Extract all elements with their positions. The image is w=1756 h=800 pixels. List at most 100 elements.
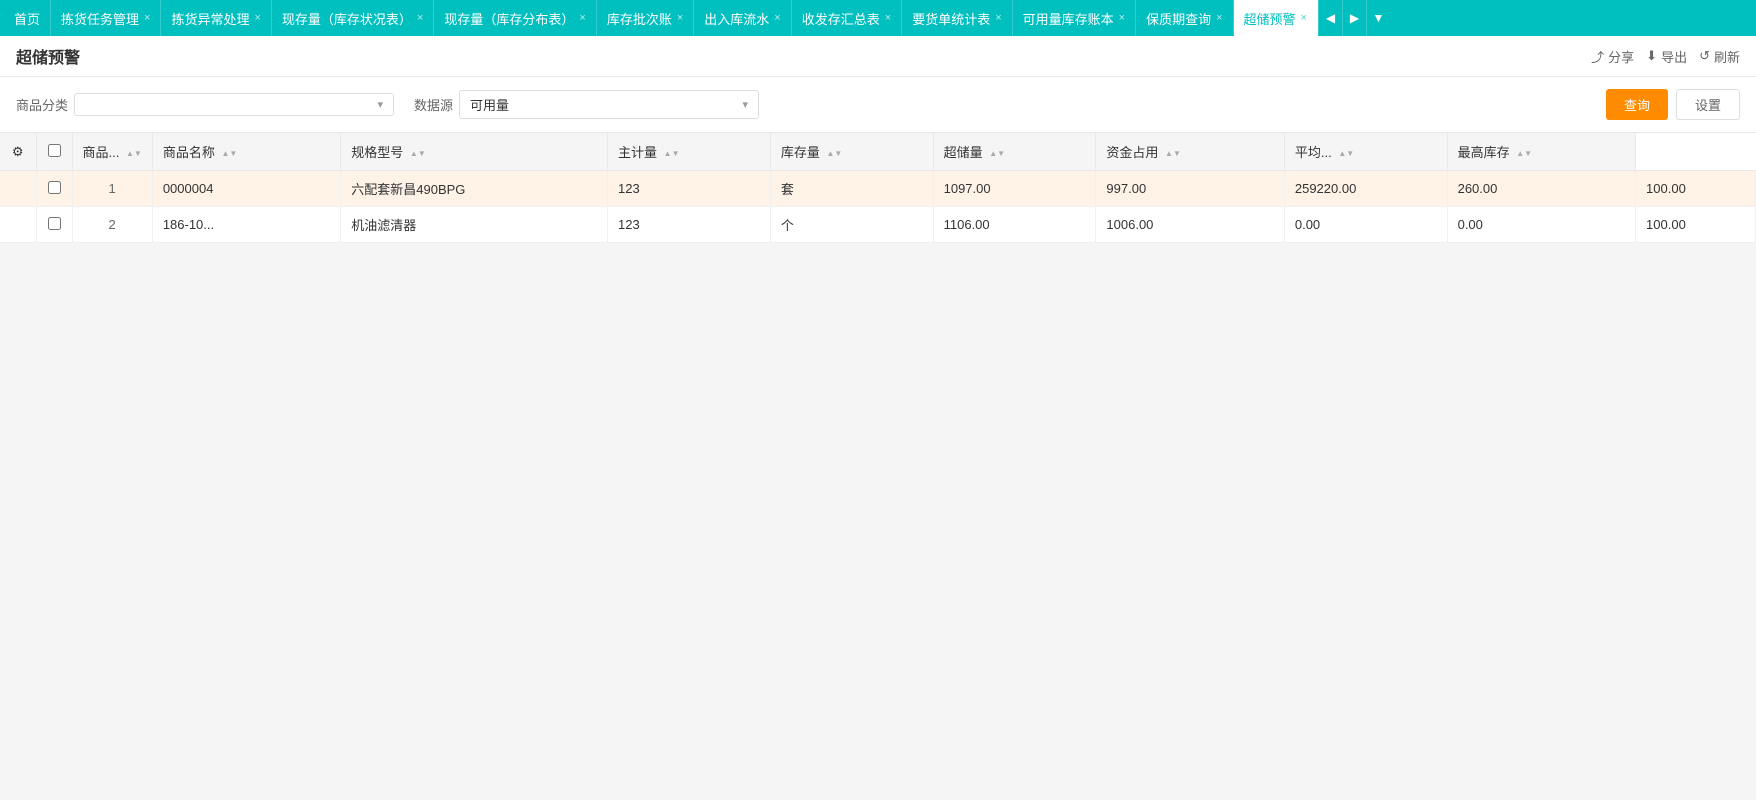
page-header: 超储预警 ⤴ 分享 ⬇ 导出 ↺ 刷新 <box>0 36 1756 77</box>
sort-icon: ▲▼ <box>126 150 142 158</box>
nav-next-button[interactable]: ▶ <box>1342 0 1366 36</box>
close-icon[interactable]: × <box>995 12 1001 24</box>
nav-quality-query[interactable]: 保质期查询 × <box>1136 0 1233 36</box>
nav-avail-stock[interactable]: 可用量库存账本 × <box>1013 0 1136 36</box>
header-actions: ⤴ 分享 ⬇ 导出 ↺ 刷新 <box>1591 47 1740 66</box>
datasource-label: 数据源 <box>414 95 453 114</box>
spec-column-header[interactable]: 规格型号 ▲▼ <box>341 133 608 171</box>
row-avg: 0.00 <box>1447 207 1635 243</box>
nav-pick-exception[interactable]: 拣货异常处理 × <box>161 0 271 36</box>
row-product-code: 0000004 <box>152 171 340 207</box>
over-stock-column-header[interactable]: 超储量 ▲▼ <box>933 133 1096 171</box>
nav-inout-flow[interactable]: 出入库流水 × <box>694 0 791 36</box>
checkbox-column-header <box>36 133 72 171</box>
table-row: 2 186-10... 机油滤清器 123 个 1106.00 1006.00 … <box>0 207 1756 243</box>
nav-order-stats[interactable]: 要货单统计表 × <box>902 0 1012 36</box>
table-row: 1 0000004 六配套新昌490BPG 123 套 1097.00 997.… <box>0 171 1756 207</box>
row-max-stock: 100.00 <box>1636 207 1756 243</box>
nav-home[interactable]: 首页 <box>4 0 51 36</box>
sort-icon: ▲▼ <box>221 150 237 158</box>
share-button[interactable]: ⤴ 分享 <box>1591 47 1634 66</box>
close-icon[interactable]: × <box>774 12 780 24</box>
nav-stock-status[interactable]: 现存量（库存状况表） × <box>272 0 434 36</box>
product-name-column-header[interactable]: 商品名称 ▲▼ <box>152 133 340 171</box>
sort-icon: ▲▼ <box>1165 150 1181 158</box>
close-icon[interactable]: × <box>144 12 150 24</box>
row-capital: 0.00 <box>1284 207 1447 243</box>
gear-column-header[interactable]: ⚙ <box>0 133 36 171</box>
max-stock-column-header[interactable]: 最高库存 ▲▼ <box>1447 133 1635 171</box>
datasource-select[interactable]: 可用量 ▾ <box>459 90 759 119</box>
row-product-code: 186-10... <box>152 207 340 243</box>
capital-column-header[interactable]: 资金占用 ▲▼ <box>1096 133 1284 171</box>
sort-icon: ▲▼ <box>664 150 680 158</box>
nav-stock-dist[interactable]: 现存量（库存分布表） × <box>434 0 596 36</box>
row-checkbox[interactable] <box>48 181 61 194</box>
export-icon: ⬇ <box>1646 48 1657 64</box>
datasource-filter: 数据源 可用量 ▾ <box>414 90 759 119</box>
row-stock: 1106.00 <box>933 207 1096 243</box>
chevron-down-icon: ▾ <box>377 98 383 111</box>
nav-prev-button[interactable]: ◀ <box>1318 0 1342 36</box>
row-over-stock: 997.00 <box>1096 171 1284 207</box>
close-icon[interactable]: × <box>885 12 891 24</box>
unit-column-header[interactable]: 主计量 ▲▼ <box>608 133 771 171</box>
filter-area: 商品分类 ▾ 数据源 可用量 ▾ 查询 设置 <box>0 77 1756 133</box>
row-product-name: 六配套新昌490BPG <box>341 171 608 207</box>
row-checkbox[interactable] <box>48 217 61 230</box>
close-icon[interactable]: × <box>1216 12 1222 24</box>
query-button[interactable]: 查询 <box>1606 89 1668 120</box>
avg-column-header[interactable]: 平均... ▲▼ <box>1284 133 1447 171</box>
nav-more-button[interactable]: ▼ <box>1366 0 1390 36</box>
table-area: ⚙ 商品... ▲▼ 商品名称 ▲▼ 规格型号 ▲▼ 主计量 <box>0 133 1756 243</box>
sort-icon: ▲▼ <box>1516 150 1532 158</box>
category-label: 商品分类 <box>16 95 68 114</box>
sort-icon: ▲▼ <box>989 150 1005 158</box>
page-title: 超储预警 <box>16 44 80 68</box>
row-gear-cell <box>0 207 36 243</box>
sort-icon: ▲▼ <box>410 150 426 158</box>
close-icon[interactable]: × <box>1119 12 1125 24</box>
row-number: 1 <box>72 171 152 207</box>
chevron-down-icon: ▾ <box>743 98 749 111</box>
refresh-icon: ↺ <box>1699 48 1710 64</box>
datasource-select-value: 可用量 <box>470 95 509 114</box>
row-unit: 套 <box>770 171 933 207</box>
sort-icon: ▲▼ <box>1338 150 1354 158</box>
product-code-column-header[interactable]: 商品... ▲▼ <box>72 133 152 171</box>
row-number: 2 <box>72 207 152 243</box>
refresh-button[interactable]: ↺ 刷新 <box>1699 47 1740 66</box>
close-icon[interactable]: × <box>677 12 683 24</box>
row-spec: 123 <box>608 207 771 243</box>
row-unit: 个 <box>770 207 933 243</box>
row-over-stock: 1006.00 <box>1096 207 1284 243</box>
row-avg: 260.00 <box>1447 171 1635 207</box>
data-table: ⚙ 商品... ▲▼ 商品名称 ▲▼ 规格型号 ▲▼ 主计量 <box>0 133 1756 243</box>
row-spec: 123 <box>608 171 771 207</box>
category-filter: 商品分类 ▾ <box>16 93 394 116</box>
row-stock: 1097.00 <box>933 171 1096 207</box>
export-button[interactable]: ⬇ 导出 <box>1646 47 1687 66</box>
row-product-name: 机油滤清器 <box>341 207 608 243</box>
table-header-row: ⚙ 商品... ▲▼ 商品名称 ▲▼ 规格型号 ▲▼ 主计量 <box>0 133 1756 171</box>
select-all-checkbox[interactable] <box>48 144 61 157</box>
row-capital: 259220.00 <box>1284 171 1447 207</box>
top-navigation: 首页 拣货任务管理 × 拣货异常处理 × 现存量（库存状况表） × 现存量（库存… <box>0 0 1756 36</box>
nav-stock-batch[interactable]: 库存批次账 × <box>597 0 694 36</box>
row-checkbox-cell[interactable] <box>36 207 72 243</box>
filter-buttons: 查询 设置 <box>1606 89 1740 120</box>
close-icon[interactable]: × <box>579 12 585 24</box>
sort-icon: ▲▼ <box>826 150 842 158</box>
nav-over-stock-alert[interactable]: 超储预警 × <box>1234 0 1318 36</box>
close-icon[interactable]: × <box>254 12 260 24</box>
stock-column-header[interactable]: 库存量 ▲▼ <box>770 133 933 171</box>
row-gear-cell <box>0 171 36 207</box>
nav-recv-send[interactable]: 收发存汇总表 × <box>792 0 902 36</box>
close-icon[interactable]: × <box>417 12 423 24</box>
nav-pick-task[interactable]: 拣货任务管理 × <box>51 0 161 36</box>
setting-button[interactable]: 设置 <box>1676 89 1740 120</box>
category-select[interactable]: ▾ <box>74 93 394 116</box>
row-checkbox-cell[interactable] <box>36 171 72 207</box>
share-icon: ⤴ <box>1591 47 1604 66</box>
close-icon[interactable]: × <box>1301 12 1307 24</box>
